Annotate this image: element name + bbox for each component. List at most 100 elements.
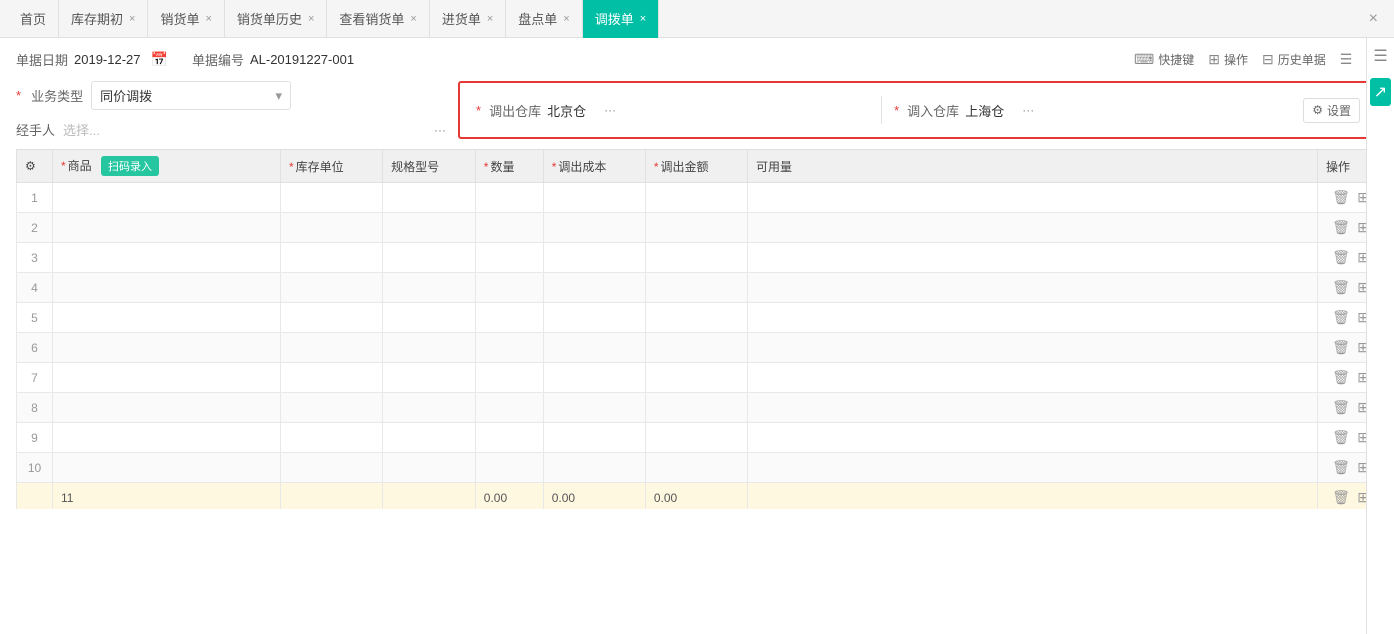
cell-product[interactable] xyxy=(53,303,281,333)
cell-qty[interactable] xyxy=(475,183,543,213)
cell-product[interactable] xyxy=(53,333,281,363)
close-tab-inventory-check[interactable]: × xyxy=(563,13,569,25)
cell-unit[interactable] xyxy=(280,393,382,423)
row-delete-icon[interactable]: 🗑 xyxy=(1332,339,1350,355)
cell-product[interactable] xyxy=(53,363,281,393)
person-select[interactable]: 选择... xyxy=(63,120,100,139)
cell-product[interactable] xyxy=(53,243,281,273)
cell-qty[interactable] xyxy=(475,333,543,363)
cell-unit[interactable] xyxy=(280,423,382,453)
list-view-btn[interactable]: ☰ xyxy=(1340,51,1353,68)
scan-button[interactable]: 扫码录入 xyxy=(101,156,159,176)
cell-product[interactable] xyxy=(53,273,281,303)
cell-product[interactable] xyxy=(53,453,281,483)
cell-spec[interactable] xyxy=(383,243,476,273)
cell-cost[interactable] xyxy=(543,453,645,483)
cell-product[interactable] xyxy=(53,183,281,213)
history-btn[interactable]: ⊟ 历史单据 xyxy=(1262,51,1326,68)
row-delete-icon[interactable]: 🗑 xyxy=(1332,399,1350,415)
cell-spec[interactable] xyxy=(383,363,476,393)
cell-amount[interactable] xyxy=(645,363,747,393)
cell-cost[interactable] xyxy=(543,393,645,423)
row-delete-icon[interactable]: 🗑 xyxy=(1332,459,1350,475)
close-tab-sales-order[interactable]: × xyxy=(205,13,211,25)
cell-qty[interactable] xyxy=(475,363,543,393)
cell-spec[interactable] xyxy=(383,423,476,453)
tab-view-sales[interactable]: 查看销货单 × xyxy=(327,0,429,38)
cell-spec[interactable] xyxy=(383,213,476,243)
warehouse-in-value[interactable]: 上海仓 xyxy=(965,101,1004,120)
cell-product[interactable] xyxy=(53,423,281,453)
cell-cost[interactable] xyxy=(543,363,645,393)
cell-unit[interactable] xyxy=(280,243,382,273)
tab-inventory-init[interactable]: 库存期初 × xyxy=(59,0,148,38)
row-delete-icon[interactable]: 🗑 xyxy=(1332,489,1350,505)
cell-spec[interactable] xyxy=(383,303,476,333)
tab-inventory-check[interactable]: 盘点单 × xyxy=(506,0,582,38)
cell-product[interactable] xyxy=(53,393,281,423)
cell-unit[interactable] xyxy=(280,453,382,483)
cell-cost[interactable] xyxy=(543,273,645,303)
tab-transfer[interactable]: 调拨单 × xyxy=(583,0,659,38)
cell-spec[interactable] xyxy=(383,453,476,483)
cell-cost[interactable] xyxy=(543,423,645,453)
close-tab-purchase[interactable]: × xyxy=(487,13,493,25)
person-more-btn[interactable]: ··· xyxy=(434,123,446,137)
cell-amount[interactable] xyxy=(645,453,747,483)
shortcut-btn[interactable]: ⌨ 快捷键 xyxy=(1134,51,1194,68)
cell-qty[interactable] xyxy=(475,243,543,273)
warehouse-out-value[interactable]: 北京仓 xyxy=(547,101,586,120)
cell-qty[interactable] xyxy=(475,273,543,303)
tab-purchase[interactable]: 进货单 × xyxy=(430,0,506,38)
cell-unit[interactable] xyxy=(280,213,382,243)
cell-amount[interactable] xyxy=(645,243,747,273)
row-delete-icon[interactable]: 🗑 xyxy=(1332,249,1350,265)
cell-spec[interactable] xyxy=(383,333,476,363)
tab-sales-order[interactable]: 销货单 × xyxy=(148,0,224,38)
cell-qty[interactable] xyxy=(475,213,543,243)
cell-amount[interactable] xyxy=(645,393,747,423)
cell-amount[interactable] xyxy=(645,333,747,363)
row-delete-icon[interactable]: 🗑 xyxy=(1332,429,1350,445)
row-delete-icon[interactable]: 🗑 xyxy=(1332,219,1350,235)
close-tab-transfer[interactable]: × xyxy=(640,13,646,25)
row-delete-icon[interactable]: 🗑 xyxy=(1332,189,1350,205)
calendar-icon[interactable]: 📅 xyxy=(151,51,168,68)
tab-home[interactable]: 首页 xyxy=(8,0,59,38)
close-tab-sales-history[interactable]: × xyxy=(308,13,314,25)
cell-cost[interactable] xyxy=(543,303,645,333)
cell-amount[interactable] xyxy=(645,213,747,243)
cell-unit[interactable] xyxy=(280,303,382,333)
cell-amount[interactable] xyxy=(645,183,747,213)
business-type-select[interactable]: 同价调拨 ▾ xyxy=(91,81,291,110)
close-tab-view-sales[interactable]: × xyxy=(410,13,416,25)
cell-unit[interactable] xyxy=(280,363,382,393)
cell-cost[interactable] xyxy=(543,183,645,213)
cell-qty[interactable] xyxy=(475,393,543,423)
row-delete-icon[interactable]: 🗑 xyxy=(1332,369,1350,385)
cell-product[interactable] xyxy=(53,213,281,243)
cell-spec[interactable] xyxy=(383,183,476,213)
cell-unit[interactable] xyxy=(280,273,382,303)
close-tab-inventory-init[interactable]: × xyxy=(129,13,135,25)
cell-qty[interactable] xyxy=(475,453,543,483)
cell-amount[interactable] xyxy=(645,423,747,453)
close-all-tabs[interactable]: × xyxy=(1361,10,1386,28)
warehouse-in-more-btn[interactable]: ··· xyxy=(1022,103,1034,117)
cell-cost[interactable] xyxy=(543,333,645,363)
row-delete-icon[interactable]: 🗑 xyxy=(1332,309,1350,325)
cell-cost[interactable] xyxy=(543,243,645,273)
cell-amount[interactable] xyxy=(645,303,747,333)
gear-icon[interactable]: ⚙ xyxy=(25,159,36,173)
panel-export-icon[interactable]: ↗ xyxy=(1370,78,1391,106)
settings-button[interactable]: ⚙ 设置 xyxy=(1303,98,1360,123)
operation-btn[interactable]: ⊞ 操作 xyxy=(1208,51,1248,68)
cell-cost[interactable] xyxy=(543,213,645,243)
cell-amount[interactable] xyxy=(645,273,747,303)
cell-spec[interactable] xyxy=(383,273,476,303)
cell-spec[interactable] xyxy=(383,393,476,423)
panel-list-icon[interactable]: ☰ xyxy=(1373,46,1387,66)
cell-qty[interactable] xyxy=(475,303,543,333)
cell-unit[interactable] xyxy=(280,183,382,213)
tab-sales-history[interactable]: 销货单历史 × xyxy=(225,0,327,38)
